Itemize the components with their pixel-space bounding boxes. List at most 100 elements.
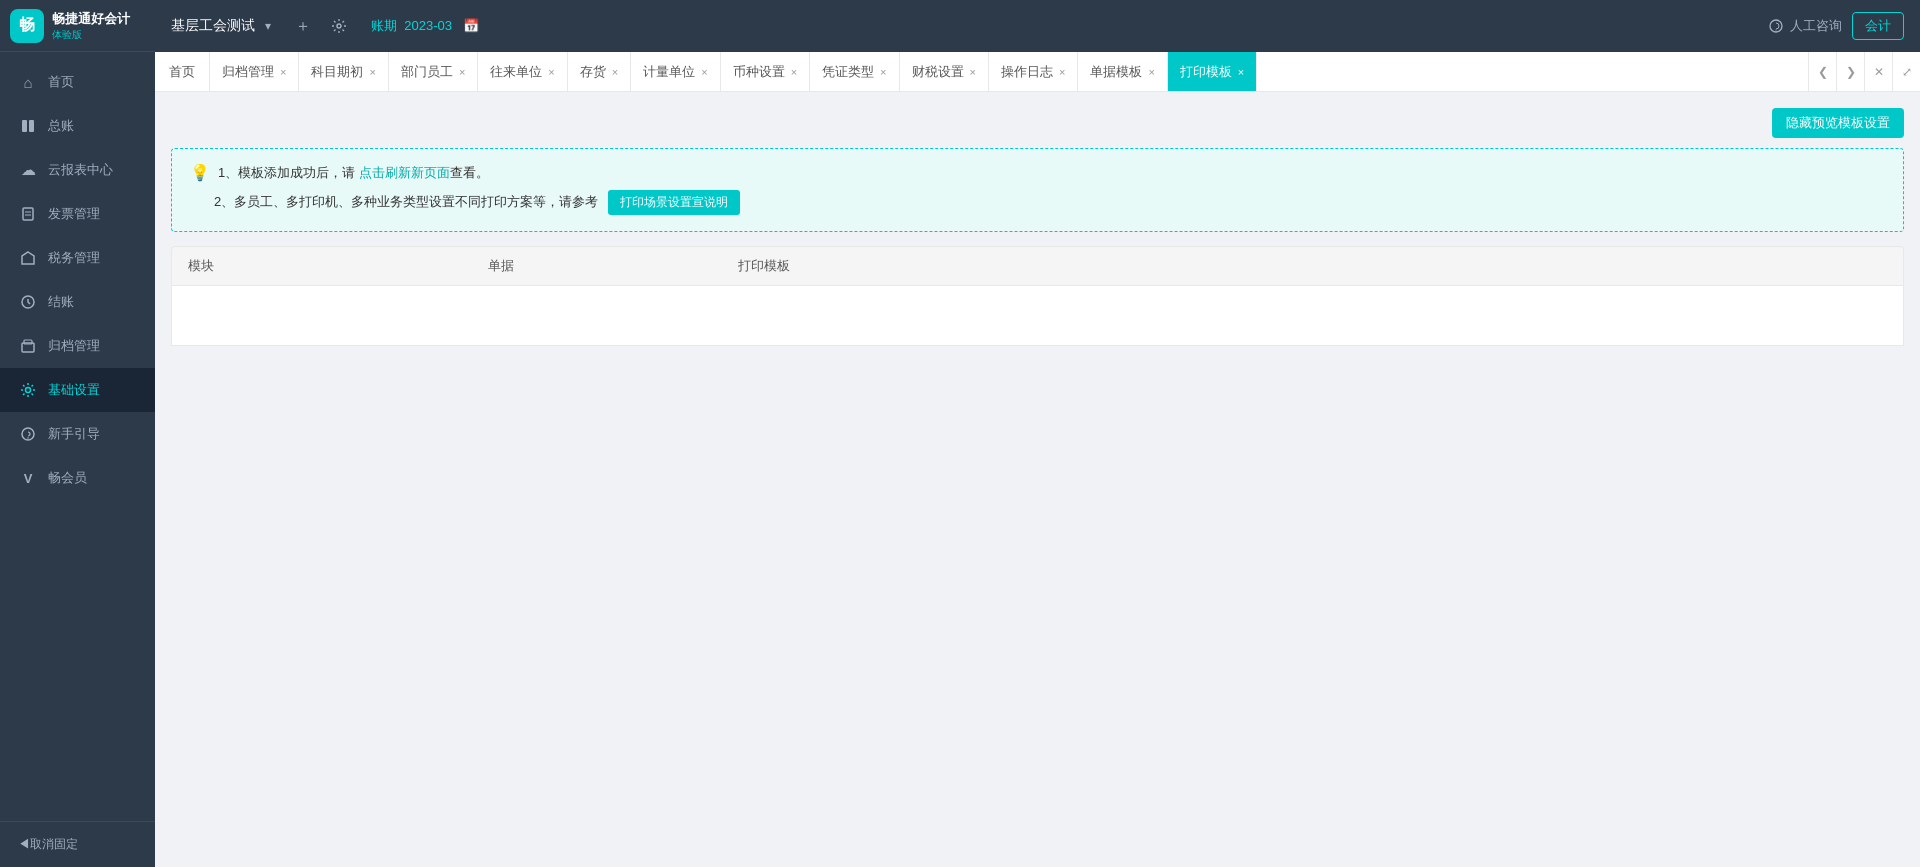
tab-nav-btns: ❮ ❯ ✕ ⤢ [1808, 52, 1920, 92]
svg-point-14 [1775, 29, 1776, 30]
sidebar-item-label: 结账 [48, 293, 74, 311]
col-module-header: 模块 [172, 257, 472, 275]
settings-icon [18, 380, 38, 400]
sidebar-item-reports[interactable]: ☁ 云报表中心 [0, 148, 155, 192]
tab-close-counterpart[interactable]: × [548, 66, 554, 78]
content-area: 隐藏预览模板设置 💡 1、模板添加成功后，请 点击刷新新页面查看。 2、多员工、… [155, 92, 1920, 867]
tab-close-department[interactable]: × [459, 66, 465, 78]
sidebar-item-label: 税务管理 [48, 249, 100, 267]
tab-close-printtemplate[interactable]: × [1238, 66, 1244, 78]
hide-preview-btn[interactable]: 隐藏预览模板设置 [1772, 108, 1904, 138]
archive-icon [18, 336, 38, 356]
tab-counterpart[interactable]: 往来单位 × [478, 52, 567, 92]
tab-inventory[interactable]: 存货 × [568, 52, 631, 92]
logo-icon: 畅 [10, 9, 44, 43]
tab-finance[interactable]: 财税设置 × [900, 52, 989, 92]
sidebar-item-ledger[interactable]: 总账 [0, 104, 155, 148]
period-info: 账期 2023-03 📅 [371, 17, 479, 35]
notice-text-2: 2、多员工、多打印机、多种业务类型设置不同打印方案等，请参考 打印场景设置宣说明 [214, 190, 740, 215]
notice-print-btn[interactable]: 打印场景设置宣说明 [608, 190, 740, 215]
sidebar-item-member[interactable]: V 畅会员 [0, 456, 155, 500]
tab-bar: 首页 归档管理 × 科目期初 × 部门员工 × 往来单位 × 存货 × 计量单位… [155, 52, 1920, 92]
sidebar-nav: ⌂ 首页 总账 ☁ 云报表中心 发票管理 税务管理 [0, 52, 155, 821]
tab-printtemplate[interactable]: 打印模板 × [1168, 52, 1257, 92]
add-btn[interactable]: ＋ [289, 12, 317, 40]
header-actions: ＋ [289, 12, 353, 40]
sidebar-item-label: 畅会员 [48, 469, 87, 487]
logo-text: 畅捷通好会计 体验版 [52, 10, 130, 42]
sidebar-item-label: 总账 [48, 117, 74, 135]
svg-point-12 [337, 24, 341, 28]
notice-text-1: 1、模板添加成功后，请 点击刷新新页面查看。 [218, 163, 489, 184]
sidebar-item-checkout[interactable]: 结账 [0, 280, 155, 324]
tab-expand-btn[interactable]: ⤢ [1892, 52, 1920, 92]
svg-point-11 [27, 437, 29, 439]
member-icon: V [18, 468, 38, 488]
svg-rect-2 [23, 208, 33, 220]
tab-subject[interactable]: 科目期初 × [299, 52, 388, 92]
table-header: 模块 单据 打印模板 [171, 246, 1904, 286]
home-icon: ⌂ [18, 72, 38, 92]
tab-oplog[interactable]: 操作日志 × [989, 52, 1078, 92]
tab-voucher[interactable]: 凭证类型 × [810, 52, 899, 92]
tab-currency[interactable]: 币种设置 × [721, 52, 810, 92]
info-notice: 💡 1、模板添加成功后，请 点击刷新新页面查看。 2、多员工、多打印机、多种业务… [171, 148, 1904, 232]
calendar-icon[interactable]: 📅 [460, 18, 480, 33]
tab-close-voucher[interactable]: × [880, 66, 886, 78]
svg-rect-0 [22, 120, 27, 132]
notice-row-1: 💡 1、模板添加成功后，请 点击刷新新页面查看。 [190, 163, 1885, 184]
tab-home[interactable]: 首页 [155, 52, 210, 92]
tab-close-all-btn[interactable]: ✕ [1864, 52, 1892, 92]
dropdown-btn[interactable]: ▾ [265, 19, 271, 33]
sidebar-item-label: 基础设置 [48, 381, 100, 399]
sidebar-item-tax[interactable]: 税务管理 [0, 236, 155, 280]
ledger-icon [18, 116, 38, 136]
support-btn[interactable]: 人工咨询 [1769, 17, 1842, 35]
kuaiji-btn[interactable]: 会计 [1852, 12, 1904, 40]
tab-close-subject[interactable]: × [369, 66, 375, 78]
invoice-icon [18, 204, 38, 224]
notice-link[interactable]: 点击刷新新页面 [355, 165, 450, 180]
tab-close-oplog[interactable]: × [1059, 66, 1065, 78]
tab-close-finance[interactable]: × [970, 66, 976, 78]
svg-rect-1 [29, 120, 34, 132]
top-right: 人工咨询 会计 [1769, 12, 1904, 40]
tab-department[interactable]: 部门员工 × [389, 52, 478, 92]
settings-btn[interactable] [325, 12, 353, 40]
sidebar-item-settings[interactable]: 基础设置 [0, 368, 155, 412]
notice-row-2: 2、多员工、多打印机、多种业务类型设置不同打印方案等，请参考 打印场景设置宣说明 [190, 190, 1885, 215]
cloud-icon: ☁ [18, 160, 38, 180]
svg-point-9 [26, 388, 31, 393]
hide-preview-container: 隐藏预览模板设置 [171, 108, 1904, 138]
tab-singleform[interactable]: 单据模板 × [1078, 52, 1167, 92]
tab-unit[interactable]: 计量单位 × [631, 52, 720, 92]
tax-icon [18, 248, 38, 268]
sidebar-footer[interactable]: ◀取消固定 [0, 821, 155, 867]
tab-next-btn[interactable]: ❯ [1836, 52, 1864, 92]
table-body [171, 286, 1904, 346]
guide-icon [18, 424, 38, 444]
sidebar-item-invoice[interactable]: 发票管理 [0, 192, 155, 236]
notice-icon: 💡 [190, 163, 210, 182]
sidebar-item-label: 发票管理 [48, 205, 100, 223]
company-name: 基层工会测试 [171, 17, 255, 35]
top-header: 基层工会测试 ▾ ＋ 账期 2023-03 📅 人工咨询 会计 [155, 0, 1920, 52]
tab-close-inventory[interactable]: × [612, 66, 618, 78]
tab-close-unit[interactable]: × [701, 66, 707, 78]
col-template-header: 打印模板 [722, 257, 1903, 275]
tab-close-archive[interactable]: × [280, 66, 286, 78]
tab-close-singleform[interactable]: × [1148, 66, 1154, 78]
main-area: 基层工会测试 ▾ ＋ 账期 2023-03 📅 人工咨询 会计 首页 归档管理 … [155, 0, 1920, 867]
sidebar-item-archive[interactable]: 归档管理 [0, 324, 155, 368]
sidebar-item-label: 新手引导 [48, 425, 100, 443]
logo: 畅 畅捷通好会计 体验版 [0, 0, 155, 52]
col-single-header: 单据 [472, 257, 722, 275]
sidebar-item-guide[interactable]: 新手引导 [0, 412, 155, 456]
tab-close-currency[interactable]: × [791, 66, 797, 78]
sidebar-item-home[interactable]: ⌂ 首页 [0, 60, 155, 104]
sidebar-item-label: 云报表中心 [48, 161, 113, 179]
tab-prev-btn[interactable]: ❮ [1808, 52, 1836, 92]
tab-archive[interactable]: 归档管理 × [210, 52, 299, 92]
checkout-icon [18, 292, 38, 312]
print-table: 模块 单据 打印模板 [171, 246, 1904, 346]
